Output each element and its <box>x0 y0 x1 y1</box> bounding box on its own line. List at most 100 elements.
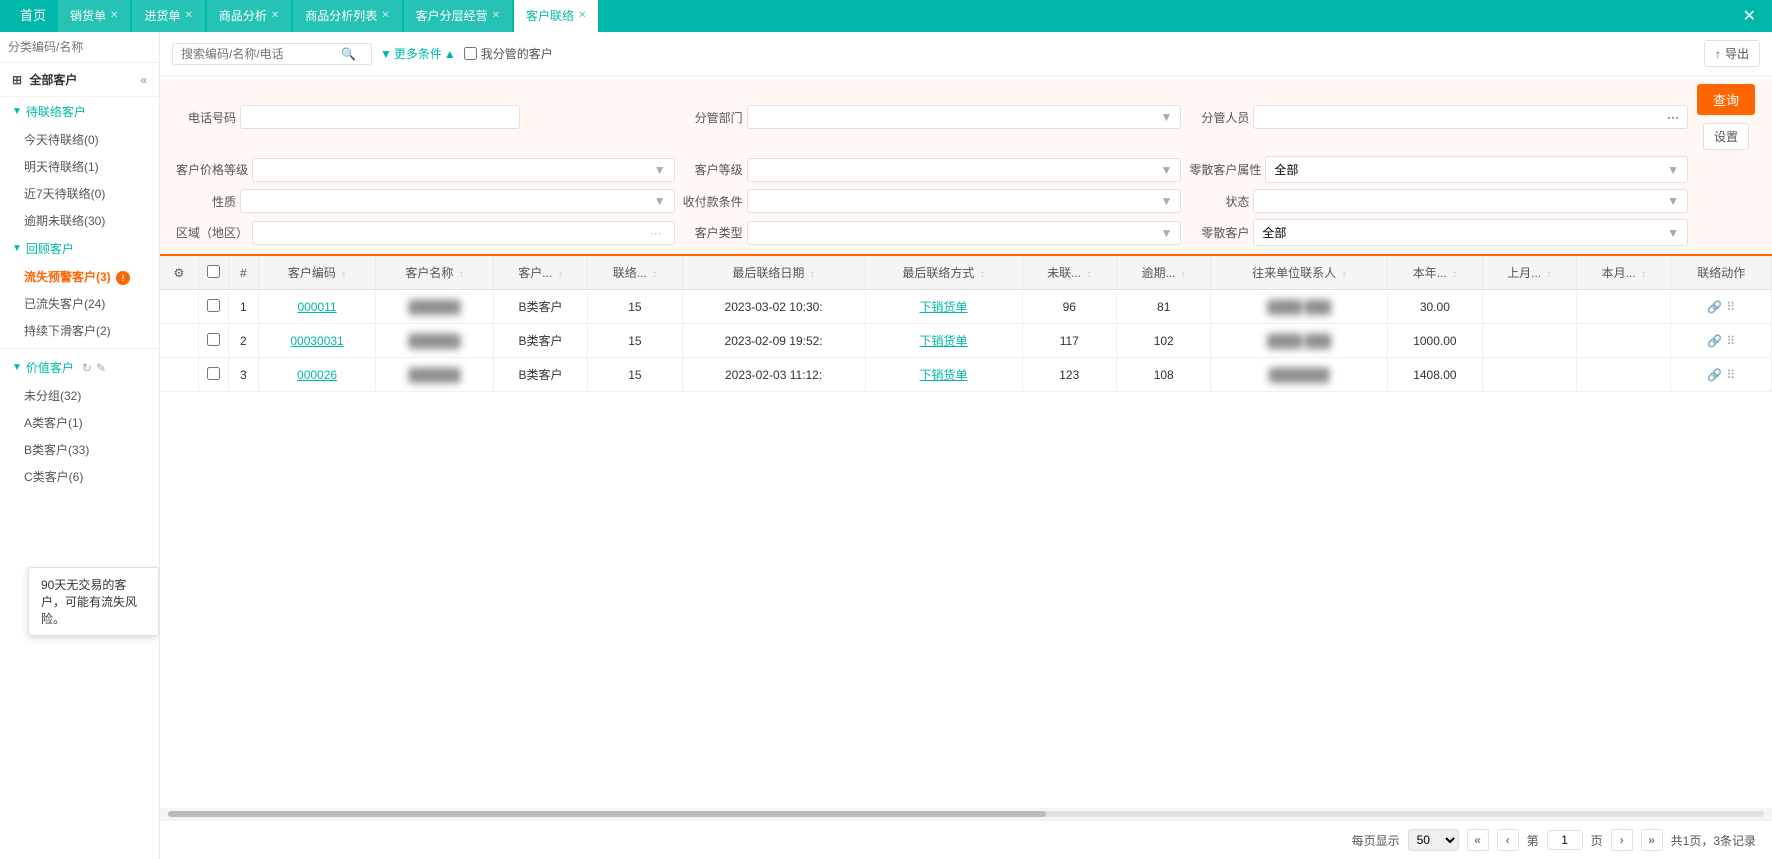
prev-page-button[interactable]: ‹ <box>1497 829 1519 851</box>
row2-link-icon[interactable]: 🔗 <box>1707 334 1722 348</box>
page-label-pre: 第 <box>1527 832 1539 849</box>
query-button[interactable]: 查询 <box>1697 84 1755 115</box>
dept-select[interactable]: ▼ <box>747 105 1182 129</box>
churn-warning-badge: ! <box>116 271 130 285</box>
sort-year-icon[interactable]: ↕ <box>1452 269 1457 280</box>
row1-code[interactable]: 000011 <box>258 290 375 324</box>
sort-contact-icon[interactable]: ↕ <box>652 269 657 280</box>
tab-product-analysis-list[interactable]: 商品分析列表 ✕ <box>293 0 401 32</box>
value-edit-icon[interactable]: ✎ <box>96 361 106 375</box>
row3-select[interactable] <box>207 367 220 380</box>
sidebar-item-class-b[interactable]: B类客户(33) <box>0 436 159 463</box>
sidebar-item-churn-warning[interactable]: 流失预警客户(3) ! <box>0 263 159 290</box>
row1-select[interactable] <box>207 299 220 312</box>
per-page-select[interactable]: 50 100 200 <box>1408 829 1459 851</box>
close-customer-tier-icon[interactable]: ✕ <box>492 0 500 32</box>
tab-sales-order[interactable]: 销货单 ✕ <box>58 0 130 32</box>
sidebar-item-overdue-contact[interactable]: 逾期未联络(30) <box>0 207 159 234</box>
sidebar-item-class-c[interactable]: C类客户(6) <box>0 463 159 490</box>
sort-uncontacted-icon[interactable]: ↕ <box>1086 269 1091 280</box>
row3-last-contact-method[interactable]: 下销货单 <box>865 358 1022 392</box>
row2-select[interactable] <box>207 333 220 346</box>
sort-unit-icon[interactable]: ↕ <box>1341 269 1346 280</box>
sidebar-search-input[interactable] <box>8 40 160 54</box>
close-purchase-order-icon[interactable]: ✕ <box>184 0 192 32</box>
row3-menu-icon[interactable]: ⠿ <box>1726 368 1735 382</box>
search-input[interactable] <box>181 47 341 61</box>
select-all-checkbox[interactable] <box>207 265 220 278</box>
phone-input[interactable] <box>240 105 520 129</box>
sort-method-icon[interactable]: ↕ <box>980 269 985 280</box>
tab-customer-tier[interactable]: 客户分层经营 ✕ <box>404 0 512 32</box>
close-product-analysis-icon[interactable]: ✕ <box>271 0 279 32</box>
sidebar-item-churned[interactable]: 已流失客户(24) <box>0 290 159 317</box>
sidebar-item-ungrouped[interactable]: 未分组(32) <box>0 382 159 409</box>
customer-level-select[interactable]: ▼ <box>747 158 1182 182</box>
row1-link-icon[interactable]: 🔗 <box>1707 300 1722 314</box>
region-select[interactable]: ··· <box>252 221 675 245</box>
horizontal-scrollbar[interactable] <box>160 808 1772 820</box>
value-refresh-icon[interactable]: ↻ <box>82 361 92 375</box>
current-page-input[interactable] <box>1547 830 1583 850</box>
sidebar-group-pending[interactable]: ▼ 待联络客户 <box>0 97 159 126</box>
manager-select[interactable]: ··· <box>1253 105 1688 129</box>
sidebar-group-review[interactable]: ▼ 回顾客户 <box>0 234 159 263</box>
retail-customer-field: 零散客户 全部 ▼ <box>1189 219 1688 246</box>
col-settings[interactable]: ⚙ <box>160 256 198 290</box>
sort-tmonth-icon[interactable]: ↕ <box>1641 269 1646 280</box>
customer-type-select[interactable]: ▼ <box>747 221 1182 245</box>
export-button[interactable]: ↑ 导出 <box>1704 40 1760 67</box>
next-page-button[interactable]: › <box>1611 829 1633 851</box>
price-level-select[interactable]: ▼ <box>252 158 675 182</box>
status-select[interactable]: ▼ <box>1253 189 1688 213</box>
region-label: 区域（地区） <box>176 224 248 241</box>
my-customers-checkbox-label: 我分管的客户 <box>464 45 553 62</box>
close-customer-contact-icon[interactable]: ✕ <box>578 0 586 32</box>
row1-last-contact-method[interactable]: 下销货单 <box>865 290 1022 324</box>
my-customers-checkbox[interactable] <box>464 47 477 60</box>
payment-select[interactable]: ▼ <box>747 189 1182 213</box>
row2-settings <box>160 324 198 358</box>
region-dots[interactable]: ··· <box>646 226 666 240</box>
sort-lmonth-icon[interactable]: ↕ <box>1547 269 1552 280</box>
close-sales-order-icon[interactable]: ✕ <box>110 0 118 32</box>
close-product-list-icon[interactable]: ✕ <box>381 0 389 32</box>
home-button[interactable]: 首页 <box>8 0 58 32</box>
row2-code[interactable]: 00030031 <box>258 324 375 358</box>
sort-code-icon[interactable]: ↕ <box>341 269 346 280</box>
settings-button[interactable]: 设置 <box>1703 123 1749 150</box>
col-contact: 联络... ↕ <box>588 256 682 290</box>
retail-attr-select[interactable]: 全部 ▼ <box>1265 156 1688 183</box>
row3-link-icon[interactable]: 🔗 <box>1707 368 1722 382</box>
sidebar-group-value[interactable]: ▼ 价值客户 ↻ ✎ <box>0 353 159 382</box>
search-submit-icon[interactable]: 🔍 <box>341 47 356 61</box>
sidebar-item-today-pending[interactable]: 今天待联络(0) <box>0 126 159 153</box>
review-arrow-icon: ▼ <box>12 243 22 254</box>
sidebar-item-tomorrow-pending[interactable]: 明天待联络(1) <box>0 153 159 180</box>
row2-last-contact-method[interactable]: 下销货单 <box>865 324 1022 358</box>
filter-bar: 🔍 ▼ 更多条件 ▲ 我分管的客户 ↑ 导出 <box>160 32 1772 76</box>
row1-menu-icon[interactable]: ⠿ <box>1726 300 1735 314</box>
sort-date-icon[interactable]: ↕ <box>810 269 815 280</box>
sidebar-collapse-icon[interactable]: « <box>140 73 147 87</box>
tab-product-analysis[interactable]: 商品分析 ✕ <box>207 0 291 32</box>
retail-customer-select[interactable]: 全部 ▼ <box>1253 219 1688 246</box>
sidebar-item-class-a[interactable]: A类客户(1) <box>0 409 159 436</box>
first-page-button[interactable]: « <box>1467 829 1489 851</box>
sort-overdue-icon[interactable]: ↕ <box>1181 269 1186 280</box>
sidebar-all-customers[interactable]: ⊞ 全部客户 « <box>0 63 159 97</box>
tab-purchase-order[interactable]: 进货单 ✕ <box>132 0 204 32</box>
row2-last-contact-date: 2023-02-09 19:52: <box>682 324 865 358</box>
last-page-button[interactable]: » <box>1641 829 1663 851</box>
sidebar-item-declining[interactable]: 持续下滑客户(2) <box>0 317 159 344</box>
nature-select[interactable]: ▼ <box>240 189 675 213</box>
window-close-button[interactable]: ✕ <box>1735 6 1764 26</box>
tab-customer-contact[interactable]: 客户联络 ✕ <box>514 0 598 32</box>
row3-code[interactable]: 000026 <box>258 358 375 392</box>
row2-unit-contact: ████ ███ <box>1211 324 1388 358</box>
row2-menu-icon[interactable]: ⠿ <box>1726 334 1735 348</box>
more-conditions-button[interactable]: ▼ 更多条件 ▲ <box>380 45 456 62</box>
sort-type-icon[interactable]: ↕ <box>558 269 563 280</box>
sidebar-item-7days-pending[interactable]: 近7天待联络(0) <box>0 180 159 207</box>
sort-name-icon[interactable]: ↕ <box>459 269 464 280</box>
